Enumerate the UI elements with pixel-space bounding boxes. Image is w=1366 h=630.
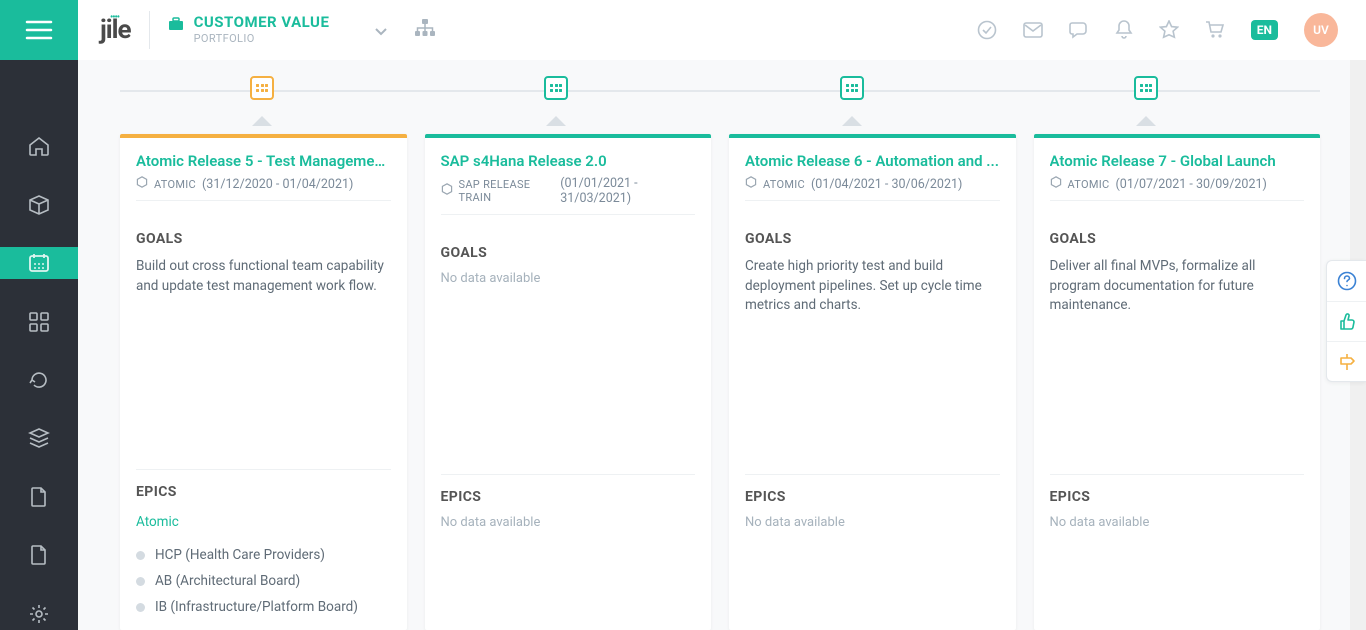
hex-icon <box>136 176 148 192</box>
nav-doc2[interactable] <box>0 539 78 571</box>
no-data-text: No data available <box>441 271 696 286</box>
timeline-marker[interactable] <box>544 76 568 100</box>
nav-refresh[interactable] <box>0 364 78 396</box>
nav-layers[interactable] <box>0 422 78 454</box>
no-data-text: No data available <box>745 515 1000 530</box>
nav-box[interactable] <box>0 188 78 220</box>
epics-heading: EPICS <box>441 474 696 505</box>
program-name: ATOMIC <box>763 178 805 191</box>
release-cards: Atomic Release 5 - Test Management... AT… <box>120 134 1320 630</box>
goals-heading: GOALS <box>1050 231 1305 247</box>
mail-icon[interactable] <box>1023 22 1043 38</box>
help-icon[interactable] <box>1327 261 1366 301</box>
timeline-marker[interactable] <box>840 76 864 100</box>
goals-heading: GOALS <box>441 245 696 261</box>
app-logo[interactable]: ••••jile <box>100 15 131 45</box>
release-card: Atomic Release 6 - Automation and ... AT… <box>729 134 1016 630</box>
portfolio-selector[interactable]: CUSTOMER VALUE PORTFOLIO <box>168 14 330 46</box>
date-range: (01/01/2021 - 31/03/2021) <box>560 176 695 206</box>
release-card: Atomic Release 5 - Test Management... AT… <box>120 134 407 630</box>
no-data-text: No data available <box>1050 515 1305 530</box>
goals-text: Create high priority test and build depl… <box>745 257 1000 316</box>
goals-text: Build out cross functional team capabili… <box>136 257 391 296</box>
card-title[interactable]: Atomic Release 5 - Test Management... <box>136 152 391 170</box>
nav-doc1[interactable] <box>0 481 78 513</box>
chevron-down-icon[interactable] <box>375 21 387 40</box>
chat-icon[interactable] <box>1069 21 1089 39</box>
left-sidebar <box>0 60 78 630</box>
top-actions: EN UV <box>977 13 1366 47</box>
timeline <box>120 90 1320 92</box>
release-card: Atomic Release 7 - Global Launch ATOMIC … <box>1034 134 1321 630</box>
epic-group[interactable]: Atomic <box>136 514 391 530</box>
card-title[interactable]: Atomic Release 6 - Automation and ... <box>745 152 1000 170</box>
goals-text: Deliver all final MVPs, formalize all pr… <box>1050 257 1305 316</box>
release-card: SAP s4Hana Release 2.0 SAP RELEASE TRAIN… <box>425 134 712 630</box>
date-range: (31/12/2020 - 01/04/2021) <box>202 177 353 192</box>
language-badge[interactable]: EN <box>1251 20 1278 40</box>
portfolio-subtitle: PORTFOLIO <box>194 33 330 46</box>
epics-heading: EPICS <box>745 474 1000 505</box>
content-area: Atomic Release 5 - Test Management... AT… <box>78 60 1366 630</box>
star-icon[interactable] <box>1159 20 1179 40</box>
bell-icon[interactable] <box>1115 20 1133 40</box>
epics-heading: EPICS <box>136 469 391 500</box>
epic-item[interactable]: HCP (Health Care Providers) <box>136 542 391 568</box>
card-title[interactable]: Atomic Release 7 - Global Launch <box>1050 152 1305 170</box>
nav-calendar[interactable] <box>0 247 78 279</box>
goals-heading: GOALS <box>136 231 391 247</box>
divider <box>149 11 150 49</box>
top-bar: ••••jile CUSTOMER VALUE PORTFOLIO EN UV <box>0 0 1366 60</box>
nav-grid[interactable] <box>0 305 78 337</box>
help-tray <box>1326 260 1366 382</box>
thumbs-up-icon[interactable] <box>1327 301 1366 341</box>
hex-icon <box>745 176 757 192</box>
cart-icon[interactable] <box>1205 21 1225 39</box>
timeline-marker[interactable] <box>1134 76 1158 100</box>
program-name: ATOMIC <box>1068 178 1110 191</box>
program-name: SAP RELEASE TRAIN <box>459 178 555 204</box>
no-data-text: No data available <box>441 515 696 530</box>
nav-home[interactable] <box>0 130 78 162</box>
epic-item[interactable]: IB (Infrastructure/Platform Board) <box>136 594 391 620</box>
hex-icon <box>441 183 453 199</box>
signpost-icon[interactable] <box>1327 341 1366 381</box>
check-circle-icon[interactable] <box>977 20 997 40</box>
epics-heading: EPICS <box>1050 474 1305 505</box>
nav-settings[interactable] <box>0 598 78 630</box>
program-name: ATOMIC <box>154 178 196 191</box>
timeline-marker[interactable] <box>250 76 274 100</box>
goals-heading: GOALS <box>745 231 1000 247</box>
epic-item[interactable]: AB (Architectural Board) <box>136 568 391 594</box>
date-range: (01/04/2021 - 30/06/2021) <box>811 177 962 192</box>
hierarchy-icon[interactable] <box>415 19 435 41</box>
date-range: (01/07/2021 - 30/09/2021) <box>1116 177 1267 192</box>
briefcase-icon <box>168 16 184 35</box>
hamburger-icon <box>25 20 53 40</box>
hex-icon <box>1050 176 1062 192</box>
portfolio-title: CUSTOMER VALUE <box>194 14 330 31</box>
card-title[interactable]: SAP s4Hana Release 2.0 <box>441 152 696 170</box>
user-avatar[interactable]: UV <box>1304 13 1338 47</box>
menu-toggle-button[interactable] <box>0 0 78 60</box>
